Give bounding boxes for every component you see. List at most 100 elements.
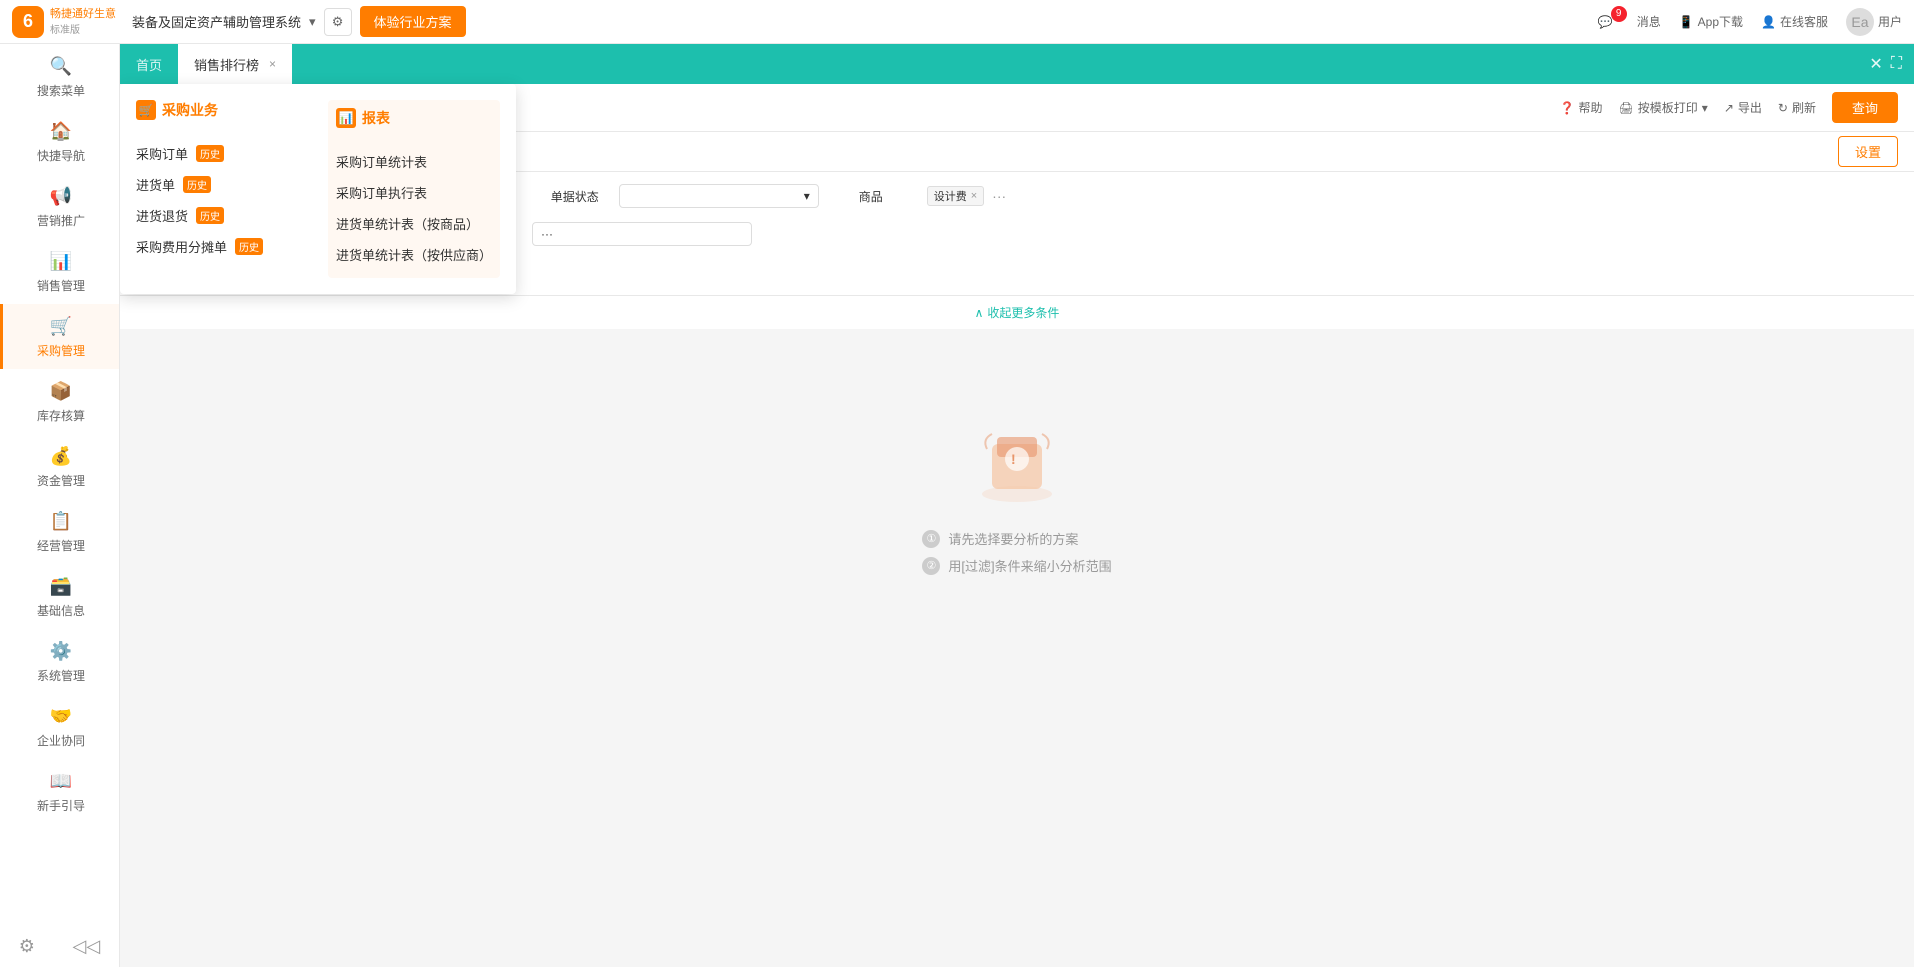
refresh-label: 刷新 (1792, 99, 1816, 116)
top-right-area: 💬 9 消息 📱 App下载 👤 在线客服 Ea 用户 (1598, 8, 1902, 36)
sidebar-item-operations[interactable]: 📋 经营管理 (0, 499, 119, 564)
enterprise-icon: 🤝 (49, 704, 73, 728)
avatar: Ea (1846, 8, 1874, 36)
sidebar-item-enterprise[interactable]: 🤝 企业协同 (0, 694, 119, 759)
collapse-button[interactable]: ∧ 收起更多条件 (975, 304, 1060, 321)
purchase-order-stat-label: 采购订单统计表 (336, 152, 427, 171)
sidebar-item-basic[interactable]: 🗃️ 基础信息 (0, 564, 119, 629)
sidebar-item-newbie[interactable]: 📖 新手引导 (0, 759, 119, 824)
sidebar-item-search[interactable]: 🔍 搜索菜单 (0, 44, 119, 109)
goods-tag-remove[interactable]: × (971, 190, 977, 202)
user-label: 用户 (1878, 13, 1902, 30)
online-service-label: 在线客服 (1780, 13, 1828, 30)
sidebar-label-basic: 基础信息 (37, 602, 85, 619)
svg-text:!: ! (1011, 451, 1016, 467)
print-button[interactable]: 🖨 按模板打印 ▾ (1619, 99, 1708, 116)
tab-window-resize-icon[interactable]: ⛶ (1891, 55, 1902, 73)
tab-home-label: 首页 (136, 55, 162, 74)
message-item[interactable]: 💬 9 消息 (1598, 13, 1661, 30)
sidebar-label-system: 系统管理 (37, 667, 85, 684)
basic-icon: 🗃️ (49, 574, 73, 598)
dropdown-right-title-text: 报表 (362, 108, 390, 128)
refresh-button[interactable]: ↻ 刷新 (1778, 99, 1816, 116)
sidebar-item-inventory[interactable]: 📦 库存核算 (0, 369, 119, 434)
marketing-icon: 📢 (49, 184, 73, 208)
goods-dots-btn[interactable]: ··· (992, 188, 1006, 204)
message-label: 消息 (1637, 13, 1661, 30)
empty-state: ! ① 请先选择要分析的方案 ② 用[过滤]条件来缩小分析范围 (120, 329, 1914, 655)
mobile-icon: 📱 (1679, 15, 1694, 29)
dropdown-item-purchase-fee[interactable]: 采购费用分摊单 历史 (136, 231, 308, 262)
sidebar-item-sales[interactable]: 📊 销售管理 (0, 239, 119, 304)
salesperson-dots: ··· (541, 227, 553, 241)
purchase-order-label: 采购订单 (136, 144, 188, 163)
title-settings-icon[interactable]: ⚙ (324, 8, 352, 36)
tip-2-text: 用[过滤]条件来缩小分析范围 (948, 556, 1111, 575)
tab-home[interactable]: 首页 (120, 44, 178, 84)
goods-tag-text: 设计费 (934, 188, 967, 204)
user-initial: Ea (1851, 14, 1868, 30)
sidebar-label-sales: 销售管理 (37, 277, 85, 294)
sidebar-label-operations: 经营管理 (37, 537, 85, 554)
sidebar-collapse-icon[interactable]: ◁◁ (73, 936, 101, 957)
online-service-item[interactable]: 👤 在线客服 (1761, 13, 1828, 30)
dropdown-item-inbound-stat-goods[interactable]: 进货单统计表（按商品） (336, 208, 492, 239)
sidebar-item-finance[interactable]: 💰 资金管理 (0, 434, 119, 499)
purchase-fee-history-badge: 历史 (235, 238, 263, 255)
dropdown-item-purchase-order-exec[interactable]: 采购订单执行表 (336, 177, 492, 208)
sidebar-item-marketing[interactable]: 📢 营销推广 (0, 174, 119, 239)
print-label: 按模板打印 (1638, 99, 1698, 116)
voucher-status-select[interactable]: ▾ (619, 184, 819, 208)
collapse-up-icon: ∧ (975, 306, 984, 320)
sidebar-item-quicknav[interactable]: 🏠 快捷导航 (0, 109, 119, 174)
dropdown-item-inbound[interactable]: 进货单 历史 (136, 169, 308, 200)
sidebar-label-newbie: 新手引导 (37, 797, 85, 814)
app-download-item[interactable]: 📱 App下载 (1679, 13, 1743, 30)
finance-icon: 💰 (49, 444, 73, 468)
tab-bar-right: ✕ ⛶ (1869, 54, 1914, 74)
salesperson-input[interactable]: ··· (532, 222, 752, 246)
settings-button[interactable]: 设置 (1838, 136, 1898, 167)
inbound-return-history-badge: 历史 (196, 207, 224, 224)
purchase-order-exec-label: 采购订单执行表 (336, 183, 427, 202)
goods-tags: 设计费 × (927, 186, 984, 206)
tab-sales-ranking[interactable]: 销售排行榜 × (178, 44, 292, 84)
home-icon: 🏠 (49, 119, 73, 143)
inventory-icon: 📦 (49, 379, 73, 403)
sidebar-settings-icon[interactable]: ⚙ (19, 936, 35, 957)
sidebar-item-purchase[interactable]: 🛒 采购管理 (0, 304, 119, 369)
goods-tag: 设计费 × (927, 186, 984, 206)
sidebar-label-finance: 资金管理 (37, 472, 85, 489)
trial-button[interactable]: 体验行业方案 (360, 6, 466, 37)
export-button[interactable]: ↗ 导出 (1724, 99, 1762, 116)
help-icon: ❓ (1560, 101, 1575, 115)
query-button[interactable]: 查询 (1832, 92, 1898, 123)
main-layout: 🔍 搜索菜单 🏠 快捷导航 📢 营销推广 📊 销售管理 🛒 采购管理 📦 库存核… (0, 44, 1914, 967)
operations-icon: 📋 (49, 509, 73, 533)
tab-window-close-icon[interactable]: ✕ (1869, 54, 1882, 74)
system-icon: ⚙️ (49, 639, 73, 663)
purchase-business-icon: 🛒 (136, 100, 156, 120)
dropdown-item-inbound-stat-supplier[interactable]: 进货单统计表（按供应商） (336, 239, 492, 270)
top-bar: 6 畅捷通好生意 标准版 装备及固定资产辅助管理系统 ▾ ⚙ 体验行业方案 💬 … (0, 0, 1914, 44)
dropdown-item-inbound-return[interactable]: 进货退货 历史 (136, 200, 308, 231)
user-item[interactable]: Ea 用户 (1846, 8, 1902, 36)
dropdown-item-purchase-order[interactable]: 采购订单 历史 (136, 138, 308, 169)
sidebar-label-inventory: 库存核算 (37, 407, 85, 424)
content-area: 首页 销售排行榜 × 🛒 采购业务 采购订单 历史 (120, 44, 1914, 967)
title-dropdown-icon[interactable]: ▾ (309, 14, 316, 30)
tab-sales-ranking-label: 销售排行榜 (194, 55, 259, 74)
tip-2-num: ② (922, 557, 940, 575)
empty-tips: ① 请先选择要分析的方案 ② 用[过滤]条件来缩小分析范围 (922, 529, 1111, 575)
voucher-status-label: 单据状态 (551, 188, 611, 205)
help-button[interactable]: ❓ 帮助 (1560, 99, 1603, 116)
help-label: 帮助 (1579, 99, 1603, 116)
sidebar-item-system[interactable]: ⚙️ 系统管理 (0, 629, 119, 694)
collapse-label: 收起更多条件 (987, 304, 1059, 321)
purchase-icon: 🛒 (49, 314, 73, 338)
sidebar-label-enterprise: 企业协同 (37, 732, 85, 749)
dropdown-right-title: 📊 报表 (336, 108, 492, 134)
service-icon: 👤 (1761, 15, 1776, 29)
dropdown-item-purchase-order-stat[interactable]: 采购订单统计表 (336, 146, 492, 177)
tab-close-icon[interactable]: × (269, 57, 276, 71)
